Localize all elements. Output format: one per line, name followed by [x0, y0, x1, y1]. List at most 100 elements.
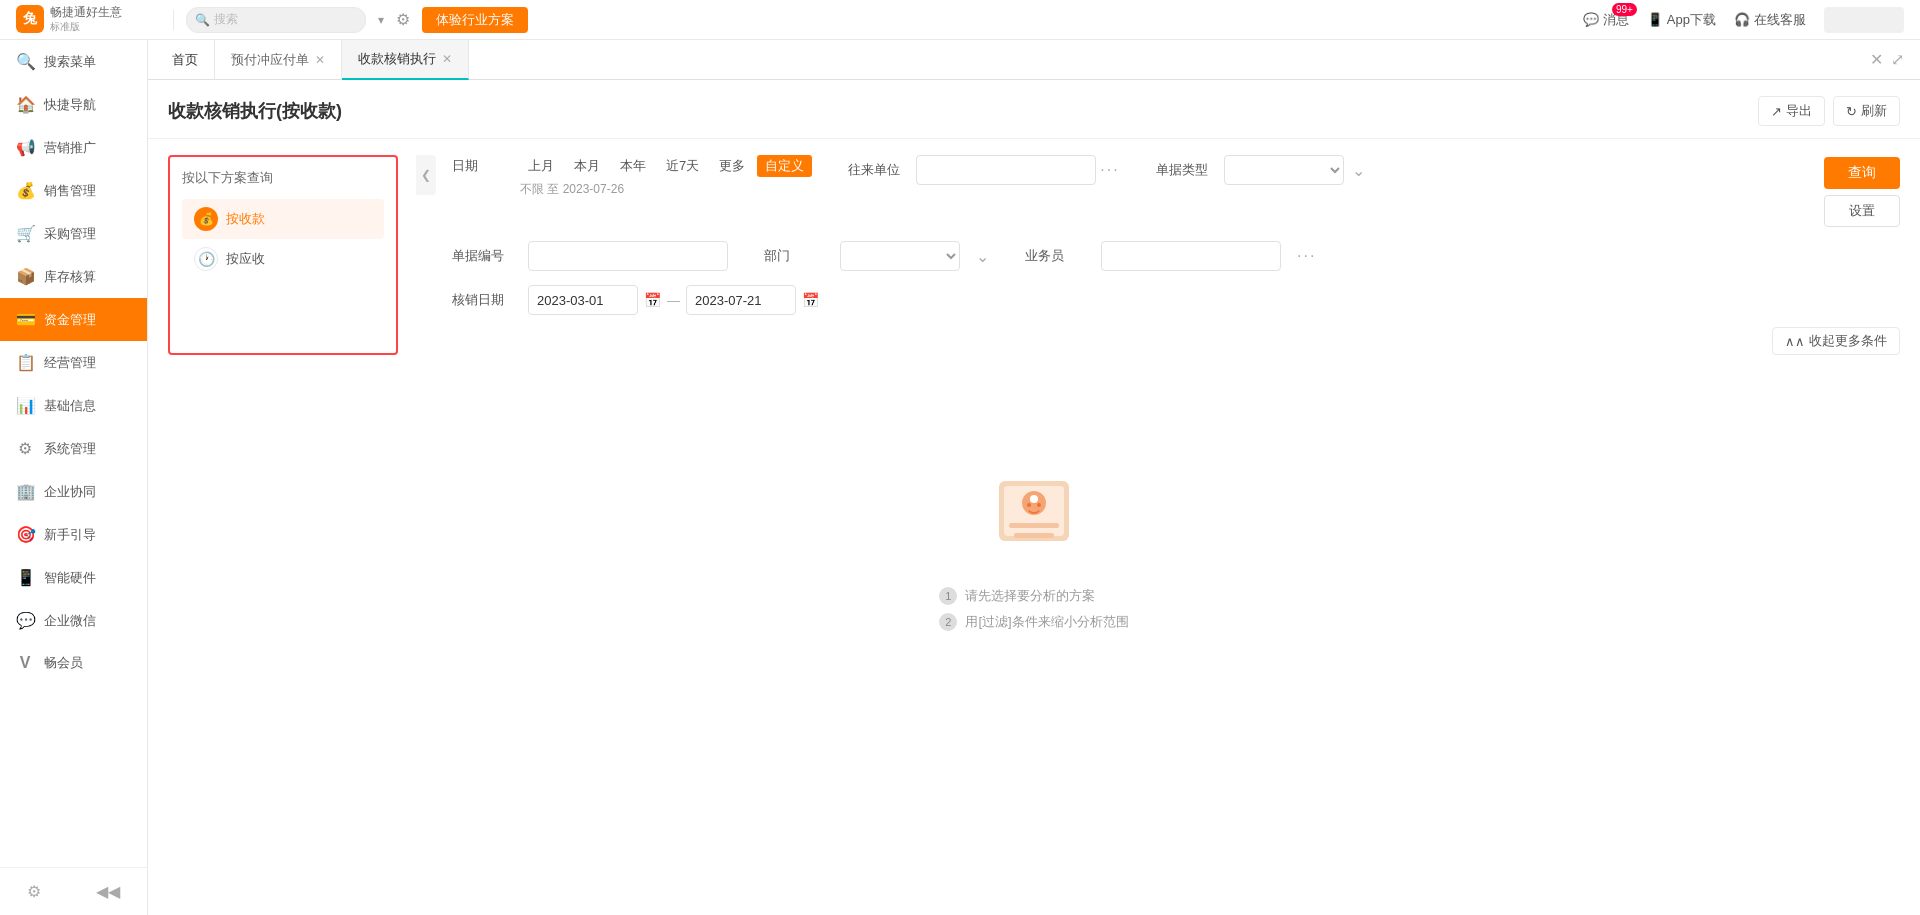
sidebar-item-vip[interactable]: V 畅会员	[0, 642, 147, 684]
sidebar-label-enterprise: 企业协同	[44, 483, 96, 501]
date-options: 上月 本月 本年 近7天 更多 自定义	[520, 155, 812, 177]
sidebar-item-guide[interactable]: 🎯 新手引导	[0, 513, 147, 556]
dept-expand-icon[interactable]: ⌄	[976, 247, 989, 266]
sidebar-item-hardware[interactable]: 📱 智能硬件	[0, 556, 147, 599]
hint-num-1: 1	[939, 587, 957, 605]
writeoff-date-label: 核销日期	[452, 291, 512, 309]
dropdown-icon[interactable]: ▾	[378, 13, 384, 27]
this-year-btn[interactable]: 本年	[612, 155, 654, 177]
messages-badge: 99+	[1612, 3, 1637, 16]
staff-input[interactable]	[1101, 241, 1281, 271]
sidebar-item-basic-info[interactable]: 📊 基础信息	[0, 384, 147, 427]
tab-receipt-writeoff[interactable]: 收款核销执行 ✕	[342, 40, 469, 80]
messages-btn[interactable]: 💬 消息 99+	[1583, 11, 1629, 29]
industry-btn[interactable]: 体验行业方案	[422, 7, 528, 33]
sales-icon: 💰	[16, 181, 34, 200]
sidebar-label-vip: 畅会员	[44, 654, 83, 672]
sidebar-label-marketing: 营销推广	[44, 139, 96, 157]
sidebar-collapse-icon[interactable]: ◀◀	[90, 876, 126, 907]
filter-by-receipt[interactable]: 💰 按收款	[182, 199, 384, 239]
filter-right: 日期 上月 本月 本年 近7天 更多 自定义	[452, 155, 1900, 355]
dept-select[interactable]	[840, 241, 960, 271]
user-avatar[interactable]	[1824, 7, 1904, 33]
sidebar-item-quick-nav[interactable]: 🏠 快捷导航	[0, 83, 147, 126]
staff-label: 业务员	[1025, 247, 1085, 265]
sidebar-settings-icon[interactable]: ⚙	[21, 876, 47, 907]
refresh-btn[interactable]: ↻ 刷新	[1833, 96, 1900, 126]
basic-info-icon: 📊	[16, 396, 34, 415]
tab-maximize-btn[interactable]: ⤢	[1891, 50, 1904, 69]
sidebar-item-operations[interactable]: 📋 经营管理	[0, 341, 147, 384]
filter-panel-collapse-btn[interactable]: ❮	[416, 155, 436, 195]
tabbar: 首页 预付冲应付单 ✕ 收款核销执行 ✕ ✕ ⤢	[148, 40, 1920, 80]
doc-num-input[interactable]	[528, 241, 728, 271]
filter-by-receivable[interactable]: 🕐 按应收	[182, 239, 384, 279]
empty-hint-2: 2 用[过滤]条件来缩小分析范围	[939, 613, 1128, 631]
page-header: 收款核销执行(按收款) ↗ 导出 ↻ 刷新	[148, 80, 1920, 139]
sidebar-item-marketing[interactable]: 📢 营销推广	[0, 126, 147, 169]
this-month-btn[interactable]: 本月	[566, 155, 608, 177]
tab-home-label: 首页	[172, 51, 198, 69]
writeoff-end-date[interactable]	[686, 285, 796, 315]
sidebar: 🔍 搜索菜单 🏠 快捷导航 📢 营销推广 💰 销售管理 🛒 采购管理 📦 库存核…	[0, 40, 148, 915]
system-icon: ⚙	[16, 439, 34, 458]
prev-month-btn[interactable]: 上月	[520, 155, 562, 177]
online-service-btn[interactable]: 🎧 在线客服	[1734, 11, 1806, 29]
app-download-btn[interactable]: 📱 App下载	[1647, 11, 1716, 29]
online-service-label: 在线客服	[1754, 11, 1806, 29]
sidebar-label-operations: 经营管理	[44, 354, 96, 372]
sidebar-item-finance[interactable]: 💳 资金管理	[0, 298, 147, 341]
logo-icon: 兔	[16, 5, 44, 33]
setting-btn[interactable]: 设置	[1824, 195, 1900, 227]
sidebar-item-enterprise[interactable]: 🏢 企业协同	[0, 470, 147, 513]
custom-btn[interactable]: 自定义	[757, 155, 812, 177]
enterprise-icon: 🏢	[16, 482, 34, 501]
wechat-icon: 💬	[16, 611, 34, 630]
empty-hints: 1 请先选择要分析的方案 2 用[过滤]条件来缩小分析范围	[939, 587, 1128, 631]
collapse-more-btn[interactable]: ∧∧ 收起更多条件	[1772, 327, 1900, 355]
settings-icon[interactable]: ⚙	[396, 10, 410, 29]
page-header-actions: ↗ 导出 ↻ 刷新	[1758, 96, 1900, 126]
svg-point-6	[1027, 503, 1031, 507]
tab-window-controls: ✕ ⤢	[1862, 50, 1912, 69]
operations-icon: 📋	[16, 353, 34, 372]
calendar-start-icon[interactable]: 📅	[644, 292, 661, 308]
tab-prepay-orders[interactable]: 预付冲应付单 ✕	[215, 40, 342, 80]
date-separator: —	[667, 293, 680, 308]
topbar-divider	[173, 10, 174, 30]
7days-btn[interactable]: 近7天	[658, 155, 707, 177]
partner-ellipsis[interactable]: ···	[1100, 161, 1119, 179]
calendar-end-icon[interactable]: 📅	[802, 292, 819, 308]
sidebar-item-inventory[interactable]: 📦 库存核算	[0, 255, 147, 298]
doc-type-select[interactable]	[1224, 155, 1344, 185]
writeoff-start-date[interactable]	[528, 285, 638, 315]
doc-num-label: 单据编号	[452, 247, 512, 265]
sidebar-item-system[interactable]: ⚙ 系统管理	[0, 427, 147, 470]
sidebar-label-finance: 资金管理	[44, 311, 96, 329]
sidebar-item-wechat[interactable]: 💬 企业微信	[0, 599, 147, 642]
tab-receipt-close[interactable]: ✕	[442, 52, 452, 66]
tab-close-btn[interactable]: ✕	[1870, 50, 1883, 69]
filter-by-receivable-label: 按应收	[226, 250, 265, 268]
sidebar-item-sales[interactable]: 💰 销售管理	[0, 169, 147, 212]
tab-prepay-close[interactable]: ✕	[315, 53, 325, 67]
sidebar-bottom: ⚙ ◀◀	[0, 867, 147, 915]
headset-icon: 🎧	[1734, 12, 1750, 27]
empty-state: 1 请先选择要分析的方案 2 用[过滤]条件来缩小分析范围	[148, 371, 1920, 711]
tab-home[interactable]: 首页	[156, 40, 215, 80]
partner-input[interactable]	[916, 155, 1096, 185]
receipt-icon: 💰	[194, 207, 218, 231]
marketing-icon: 📢	[16, 138, 34, 157]
partner-container: ···	[916, 155, 1119, 185]
sidebar-item-search-menu[interactable]: 🔍 搜索菜单	[0, 40, 147, 83]
doc-type-expand-icon[interactable]: ⌄	[1352, 161, 1365, 180]
sidebar-label-hardware: 智能硬件	[44, 569, 96, 587]
topbar-search[interactable]: 🔍 搜索	[186, 7, 366, 33]
more-btn[interactable]: 更多	[711, 155, 753, 177]
staff-ellipsis[interactable]: ···	[1297, 247, 1316, 265]
refresh-icon: ↻	[1846, 104, 1857, 119]
export-btn[interactable]: ↗ 导出	[1758, 96, 1825, 126]
filter-panel-title: 按以下方案查询	[182, 169, 384, 187]
sidebar-item-purchase[interactable]: 🛒 采购管理	[0, 212, 147, 255]
query-btn[interactable]: 查询	[1824, 157, 1900, 189]
